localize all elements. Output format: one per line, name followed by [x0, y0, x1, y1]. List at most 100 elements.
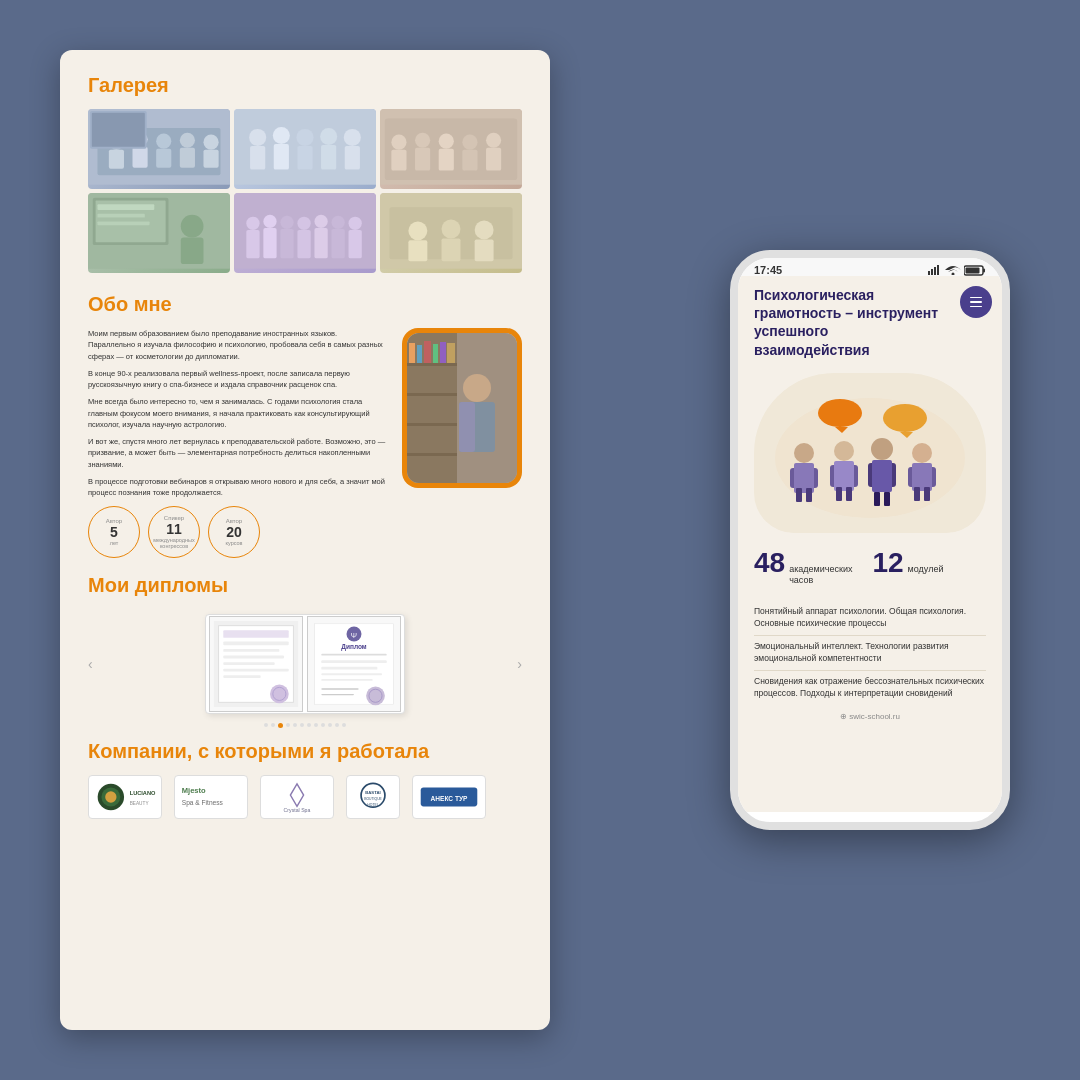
phone-mockup: 17:45	[730, 250, 1010, 830]
about-text: Моим первым образованием было преподаван…	[88, 328, 386, 558]
diploma-image: Ψ Диплом	[205, 614, 405, 714]
svg-rect-76	[417, 345, 422, 363]
gallery-grid	[88, 109, 522, 273]
dot-2	[271, 723, 275, 727]
svg-point-43	[181, 215, 204, 238]
svg-rect-91	[223, 669, 288, 672]
dot-5	[293, 723, 297, 727]
phone-stats: 48 академическихчасов 12 модулей	[754, 547, 986, 587]
about-para-4: И вот же, спустя много лет вернулась к п…	[88, 436, 386, 470]
left-panel-website: Галерея	[60, 50, 550, 1030]
stat-speaker-sublabel: международных конгрессов	[153, 537, 195, 550]
svg-rect-51	[280, 229, 293, 258]
svg-point-64	[442, 220, 461, 239]
phone-stat-modules-number: 12	[872, 547, 903, 579]
svg-rect-156	[836, 487, 842, 501]
svg-point-31	[439, 134, 454, 149]
svg-rect-131	[934, 267, 936, 275]
phone-list-item-1: Понятийный аппарат психологии. Общая пси…	[754, 601, 986, 636]
svg-rect-65	[442, 238, 461, 261]
svg-rect-36	[486, 148, 501, 171]
phone-list: Понятийный аппарат психологии. Общая пси…	[754, 601, 986, 704]
dot-4	[286, 723, 290, 727]
svg-point-62	[408, 221, 427, 240]
phone-stat-hours-number: 48	[754, 547, 785, 579]
stat-courses: Автор 20 курсов	[208, 506, 260, 558]
svg-rect-72	[407, 393, 457, 396]
diploma-left	[209, 616, 303, 712]
svg-text:АНЕКС ТУР: АНЕКС ТУР	[431, 795, 469, 802]
svg-rect-160	[914, 487, 920, 501]
svg-rect-5	[132, 147, 147, 168]
svg-rect-161	[924, 487, 930, 501]
dot-12	[342, 723, 346, 727]
svg-rect-89	[223, 656, 284, 659]
svg-point-52	[297, 217, 310, 230]
diploma-dots	[88, 723, 522, 728]
about-para-5: В процессе подготовки вебинаров я открыв…	[88, 476, 386, 499]
svg-text:BEAUTY: BEAUTY	[130, 801, 150, 806]
svg-rect-13	[92, 113, 145, 147]
svg-rect-16	[250, 146, 265, 170]
phone-list-item-3: Сновидения как отражение бессознательных…	[754, 671, 986, 705]
about-para-2: В конце 90-х реализовала первый wellness…	[88, 368, 386, 391]
svg-point-81	[463, 374, 491, 402]
svg-point-133	[952, 273, 955, 276]
svg-rect-78	[433, 344, 438, 363]
svg-point-27	[391, 135, 406, 150]
companies-section: Компании, с которыми я работала LUCIANO …	[88, 740, 522, 819]
about-para-1: Моим первым образованием было преподаван…	[88, 328, 386, 362]
svg-point-8	[180, 133, 195, 148]
svg-text:BOUTIQUE: BOUTIQUE	[364, 798, 382, 802]
svg-rect-107	[321, 689, 358, 690]
gallery-section: Галерея	[88, 74, 522, 273]
logo-bastai: BASTAI BOUTIQUE HOTEL	[346, 775, 400, 819]
svg-rect-11	[203, 150, 218, 168]
dot-9	[321, 723, 325, 727]
svg-rect-80	[447, 343, 455, 363]
svg-rect-150	[872, 460, 892, 492]
svg-point-19	[296, 129, 313, 146]
gallery-title: Галерея	[88, 74, 522, 97]
phone-stat-hours: 48 академическихчасов	[754, 547, 852, 587]
about-title: Обо мне	[88, 293, 522, 316]
svg-rect-18	[274, 144, 289, 170]
svg-rect-115	[178, 777, 244, 818]
phone-content: Психологическая грамотность – инструмент…	[738, 276, 1002, 812]
svg-rect-59	[349, 230, 362, 258]
gallery-photo-4	[88, 193, 230, 273]
dot-11	[335, 723, 339, 727]
svg-rect-28	[391, 150, 406, 171]
phone-menu-button[interactable]	[960, 286, 992, 318]
svg-point-112	[105, 792, 116, 803]
svg-rect-129	[928, 271, 930, 275]
svg-point-54	[314, 215, 327, 228]
svg-point-152	[912, 443, 932, 463]
svg-rect-20	[297, 146, 312, 170]
hamburger-icon	[970, 297, 982, 308]
about-para-3: Мне всегда было интересно то, чем я зани…	[88, 396, 386, 430]
dot-8	[314, 723, 318, 727]
about-photo	[402, 328, 522, 488]
diploma-nav-left[interactable]: ‹	[88, 656, 93, 672]
svg-point-56	[332, 216, 345, 229]
phone-main-title: Психологическая грамотность – инструмент…	[754, 286, 986, 359]
svg-rect-53	[297, 230, 310, 258]
phone-footer-url: swic-school.ru	[849, 712, 900, 721]
svg-point-48	[263, 215, 276, 228]
svg-rect-49	[263, 228, 276, 258]
svg-point-10	[203, 135, 218, 150]
svg-point-143	[794, 443, 814, 463]
dot-3	[278, 723, 283, 728]
svg-rect-57	[332, 229, 345, 258]
svg-point-17	[273, 127, 290, 144]
svg-rect-74	[407, 453, 457, 456]
svg-rect-32	[439, 149, 454, 171]
svg-point-149	[871, 438, 893, 460]
dot-7	[307, 723, 311, 727]
svg-rect-104	[321, 679, 372, 681]
svg-rect-130	[931, 269, 933, 275]
right-panel-phone: 17:45	[720, 240, 1020, 840]
diploma-nav-right[interactable]: ›	[517, 656, 522, 672]
svg-rect-44	[181, 237, 204, 264]
